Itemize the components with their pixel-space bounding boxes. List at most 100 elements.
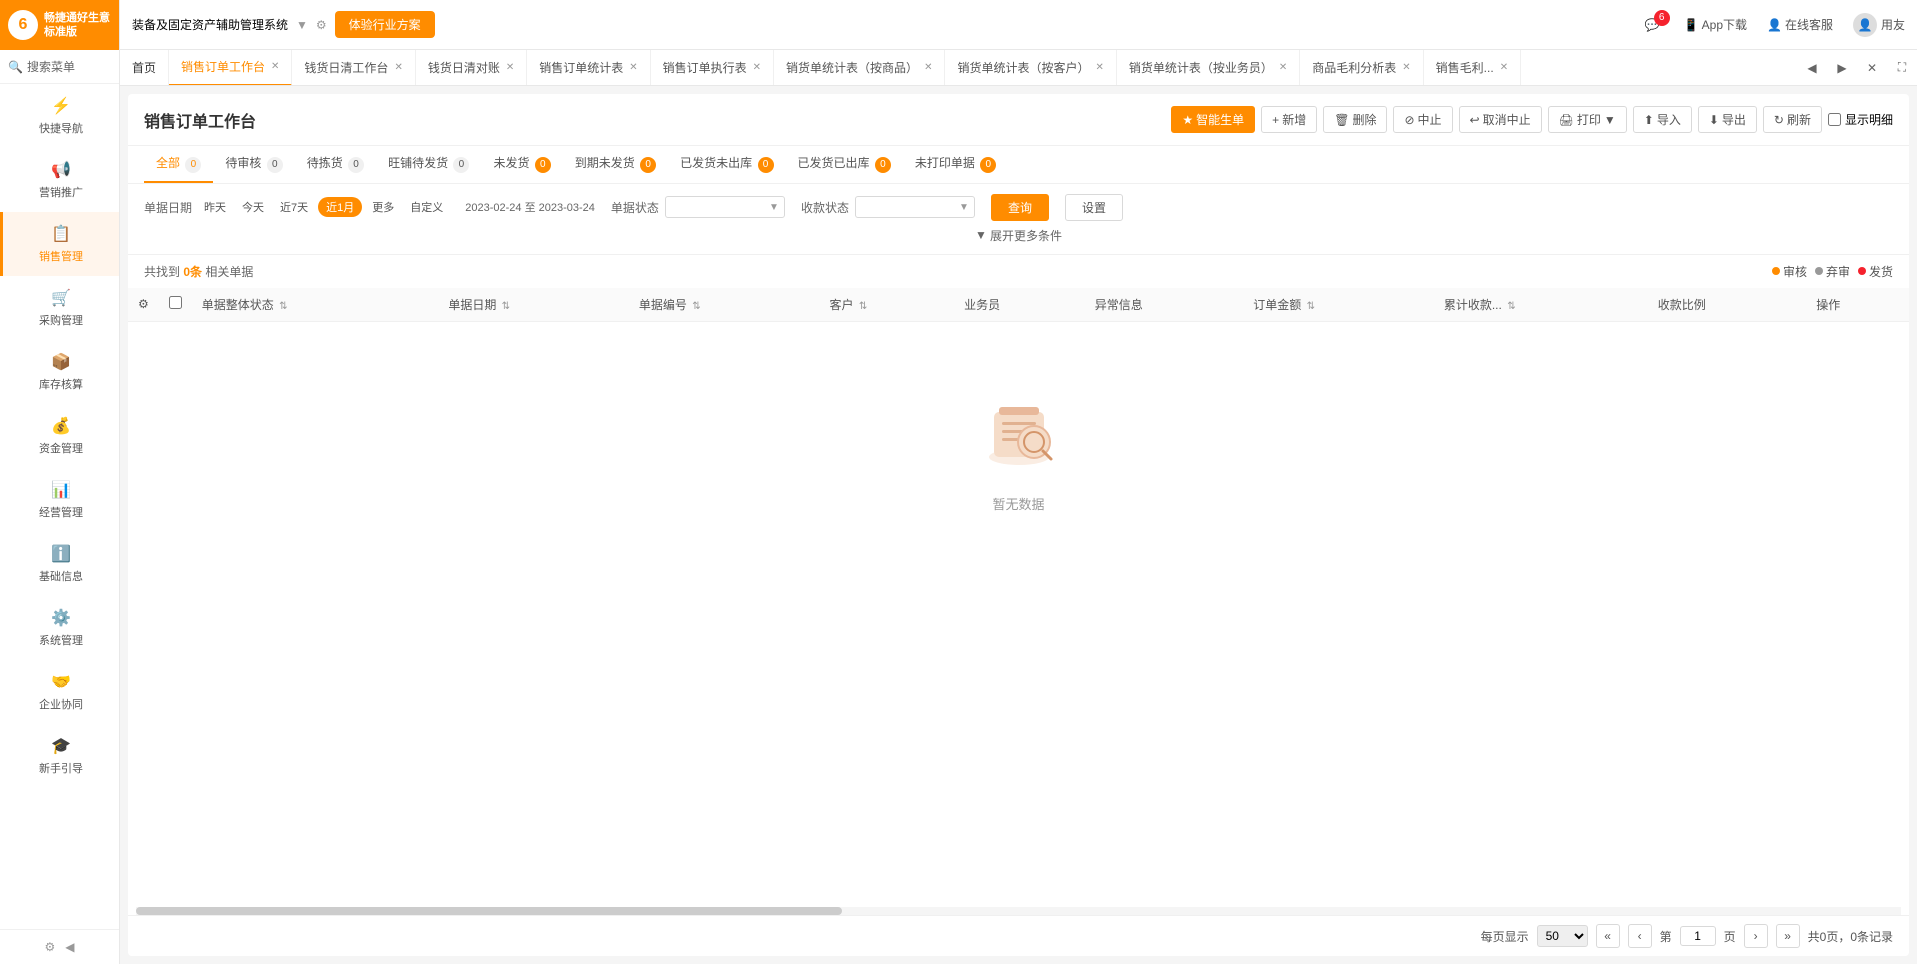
tab-close-sales-customer[interactable]: ✕ bbox=[1095, 62, 1103, 73]
date-more-btn[interactable]: 更多 bbox=[366, 197, 400, 217]
th-amount[interactable]: 订单金额 ⇅ bbox=[1243, 288, 1434, 322]
last-page-btn[interactable]: » bbox=[1776, 924, 1800, 948]
horizontal-scrollbar[interactable] bbox=[136, 907, 1901, 915]
tab-next-btn[interactable]: ▶ bbox=[1827, 50, 1857, 86]
date-1month-btn[interactable]: 近1月 bbox=[318, 197, 362, 217]
th-settings[interactable]: ⚙ bbox=[128, 288, 159, 322]
tab-sales-customer[interactable]: 销货单统计表（按客户） ✕ bbox=[945, 50, 1116, 86]
tab-close-gross-margin[interactable]: ✕ bbox=[1402, 62, 1410, 73]
scrollbar-thumb[interactable] bbox=[136, 907, 842, 915]
import-btn[interactable]: ⬆ 导入 bbox=[1633, 106, 1692, 133]
tab-sales-stats[interactable]: 销售订单统计表 ✕ bbox=[527, 50, 650, 86]
query-btn[interactable]: 查询 bbox=[991, 194, 1049, 221]
tab-close-sales-workbench[interactable]: ✕ bbox=[271, 61, 279, 72]
tab-close-cash-reconcile[interactable]: ✕ bbox=[506, 62, 514, 73]
th-cumulative[interactable]: 累计收款... ⇅ bbox=[1434, 288, 1648, 322]
user-menu[interactable]: 👤 用友 bbox=[1853, 13, 1905, 37]
sidebar-item-quick-nav[interactable]: ⚡ 快捷导航 bbox=[0, 84, 119, 148]
tab-cash-clearance[interactable]: 钱货日清工作台 ✕ bbox=[292, 50, 415, 86]
tab-sales-staff[interactable]: 销货单统计表（按业务员） ✕ bbox=[1117, 50, 1300, 86]
print-btn[interactable]: 🖨 打印 ▼ bbox=[1548, 106, 1627, 133]
ship-btn[interactable]: 发货 bbox=[1858, 263, 1893, 280]
sub-tab-shipped-not-out[interactable]: 已发货未出库 0 bbox=[668, 146, 785, 183]
filter-area: 单据日期 昨天 今天 近7天 近1月 更多 自定义 2023-02-24 至 2… bbox=[128, 184, 1909, 255]
refresh-btn[interactable]: ↻ 刷新 bbox=[1763, 106, 1822, 133]
app-download-btn[interactable]: 📱 App下载 bbox=[1684, 16, 1747, 33]
sub-tab-all[interactable]: 全部 0 bbox=[144, 146, 213, 183]
status-select[interactable] bbox=[665, 196, 785, 218]
first-page-btn[interactable]: « bbox=[1596, 924, 1620, 948]
tab-cash-reconcile[interactable]: 钱货日清对账 ✕ bbox=[416, 50, 527, 86]
tab-fullscreen-btn[interactable]: ⛶ bbox=[1887, 50, 1917, 86]
collapse-icon[interactable]: ◀ bbox=[65, 940, 74, 954]
sidebar-item-basic-info[interactable]: ℹ️ 基础信息 bbox=[0, 532, 119, 596]
add-icon: + bbox=[1272, 113, 1279, 127]
tab-home[interactable]: 首页 bbox=[120, 50, 169, 86]
abandon-audit-btn[interactable]: 弃审 bbox=[1815, 263, 1850, 280]
sidebar-item-sales[interactable]: 📋 销售管理 bbox=[0, 212, 119, 276]
expand-conditions-btn[interactable]: ▼ 展开更多条件 bbox=[975, 227, 1062, 244]
export-btn[interactable]: ⬇ 导出 bbox=[1698, 106, 1757, 133]
topbar-gear-icon[interactable]: ⚙ bbox=[316, 18, 327, 32]
page-input[interactable] bbox=[1680, 926, 1716, 946]
page-size-select[interactable]: 50 10 20 100 bbox=[1537, 925, 1588, 947]
settings-icon[interactable]: ⚙ bbox=[45, 940, 56, 954]
sidebar-item-purchase[interactable]: 🛒 采购管理 bbox=[0, 276, 119, 340]
th-customer[interactable]: 客户 ⇅ bbox=[819, 288, 954, 322]
sub-tab-not-printed[interactable]: 未打印单据 0 bbox=[903, 146, 1008, 183]
smart-create-btn[interactable]: ★ 智能生单 bbox=[1171, 106, 1255, 133]
settings-btn[interactable]: 设置 bbox=[1065, 194, 1123, 221]
select-all-checkbox[interactable] bbox=[169, 296, 182, 309]
sub-tab-overdue-ship[interactable]: 到期未发货 0 bbox=[563, 146, 668, 183]
th-status[interactable]: 单据整体状态 ⇅ bbox=[192, 288, 439, 322]
payment-select[interactable] bbox=[855, 196, 975, 218]
tab-prev-btn[interactable]: ◀ bbox=[1797, 50, 1827, 86]
topbar-dropdown-icon[interactable]: ▼ bbox=[296, 18, 308, 32]
sidebar-item-operations[interactable]: 📊 经营管理 bbox=[0, 468, 119, 532]
online-service-btn[interactable]: 👤 在线客服 bbox=[1767, 16, 1833, 33]
tab-close-cash-clearance[interactable]: ✕ bbox=[394, 62, 402, 73]
page-word: 第 bbox=[1660, 928, 1672, 945]
sidebar-item-finance[interactable]: 💰 资金管理 bbox=[0, 404, 119, 468]
show-detail-label[interactable]: 显示明细 bbox=[1828, 111, 1893, 128]
sidebar-item-cooperation[interactable]: 🤝 企业协同 bbox=[0, 660, 119, 724]
sub-tab-not-shipped[interactable]: 未发货 0 bbox=[481, 146, 562, 183]
tab-sales-gross[interactable]: 销售毛利... ✕ bbox=[1424, 50, 1521, 86]
delete-btn[interactable]: 🗑 删除 bbox=[1323, 106, 1387, 133]
sub-tab-pending-review[interactable]: 待审核 0 bbox=[213, 146, 294, 183]
date-yesterday-btn[interactable]: 昨天 bbox=[198, 197, 232, 217]
sub-tab-shipped-out[interactable]: 已发货已出库 0 bbox=[786, 146, 903, 183]
tab-sales-goods[interactable]: 销货单统计表（按商品） ✕ bbox=[774, 50, 945, 86]
sidebar-item-newbie[interactable]: 🎓 新手引导 bbox=[0, 724, 119, 788]
tab-close-sales-exec[interactable]: ✕ bbox=[753, 62, 761, 73]
sub-tab-pending-pick[interactable]: 待拣货 0 bbox=[295, 146, 376, 183]
date-today-btn[interactable]: 今天 bbox=[236, 197, 270, 217]
date-custom-btn[interactable]: 自定义 bbox=[404, 197, 449, 217]
stop-btn[interactable]: ⊘ 中止 bbox=[1393, 106, 1452, 133]
audit-btn[interactable]: 审核 bbox=[1772, 263, 1807, 280]
message-btn[interactable]: 💬 6 bbox=[1645, 18, 1660, 32]
th-order-no[interactable]: 单据编号 ⇅ bbox=[629, 288, 820, 322]
prev-page-btn[interactable]: ‹ bbox=[1628, 924, 1652, 948]
sidebar-item-inventory[interactable]: 📦 库存核算 bbox=[0, 340, 119, 404]
tab-close-sales-stats[interactable]: ✕ bbox=[629, 62, 637, 73]
tab-sales-workbench[interactable]: 销售订单工作台 ✕ bbox=[169, 50, 292, 86]
sidebar-search[interactable]: 🔍 搜索菜单 bbox=[0, 50, 119, 84]
tab-close-sales-goods[interactable]: ✕ bbox=[924, 62, 932, 73]
industry-btn[interactable]: 体验行业方案 bbox=[335, 11, 435, 38]
sidebar-item-system[interactable]: ⚙️ 系统管理 bbox=[0, 596, 119, 660]
tab-gross-margin[interactable]: 商品毛利分析表 ✕ bbox=[1300, 50, 1423, 86]
next-page-btn[interactable]: › bbox=[1744, 924, 1768, 948]
tab-sales-exec[interactable]: 销售订单执行表 ✕ bbox=[651, 50, 774, 86]
tab-close-all-btn[interactable]: ✕ bbox=[1857, 50, 1887, 86]
date-7days-btn[interactable]: 近7天 bbox=[274, 197, 314, 217]
sidebar-item-marketing[interactable]: 📢 营销推广 bbox=[0, 148, 119, 212]
th-date[interactable]: 单据日期 ⇅ bbox=[438, 288, 629, 322]
th-checkbox[interactable] bbox=[159, 288, 192, 322]
cancel-stop-btn[interactable]: ↩ 取消中止 bbox=[1459, 106, 1542, 133]
show-detail-checkbox[interactable] bbox=[1828, 113, 1841, 126]
sub-tab-wangpu-ship[interactable]: 旺铺待发货 0 bbox=[376, 146, 481, 183]
add-btn[interactable]: + 新增 bbox=[1261, 106, 1317, 133]
tab-close-sales-staff[interactable]: ✕ bbox=[1279, 62, 1287, 73]
tab-close-sales-gross[interactable]: ✕ bbox=[1500, 62, 1508, 73]
